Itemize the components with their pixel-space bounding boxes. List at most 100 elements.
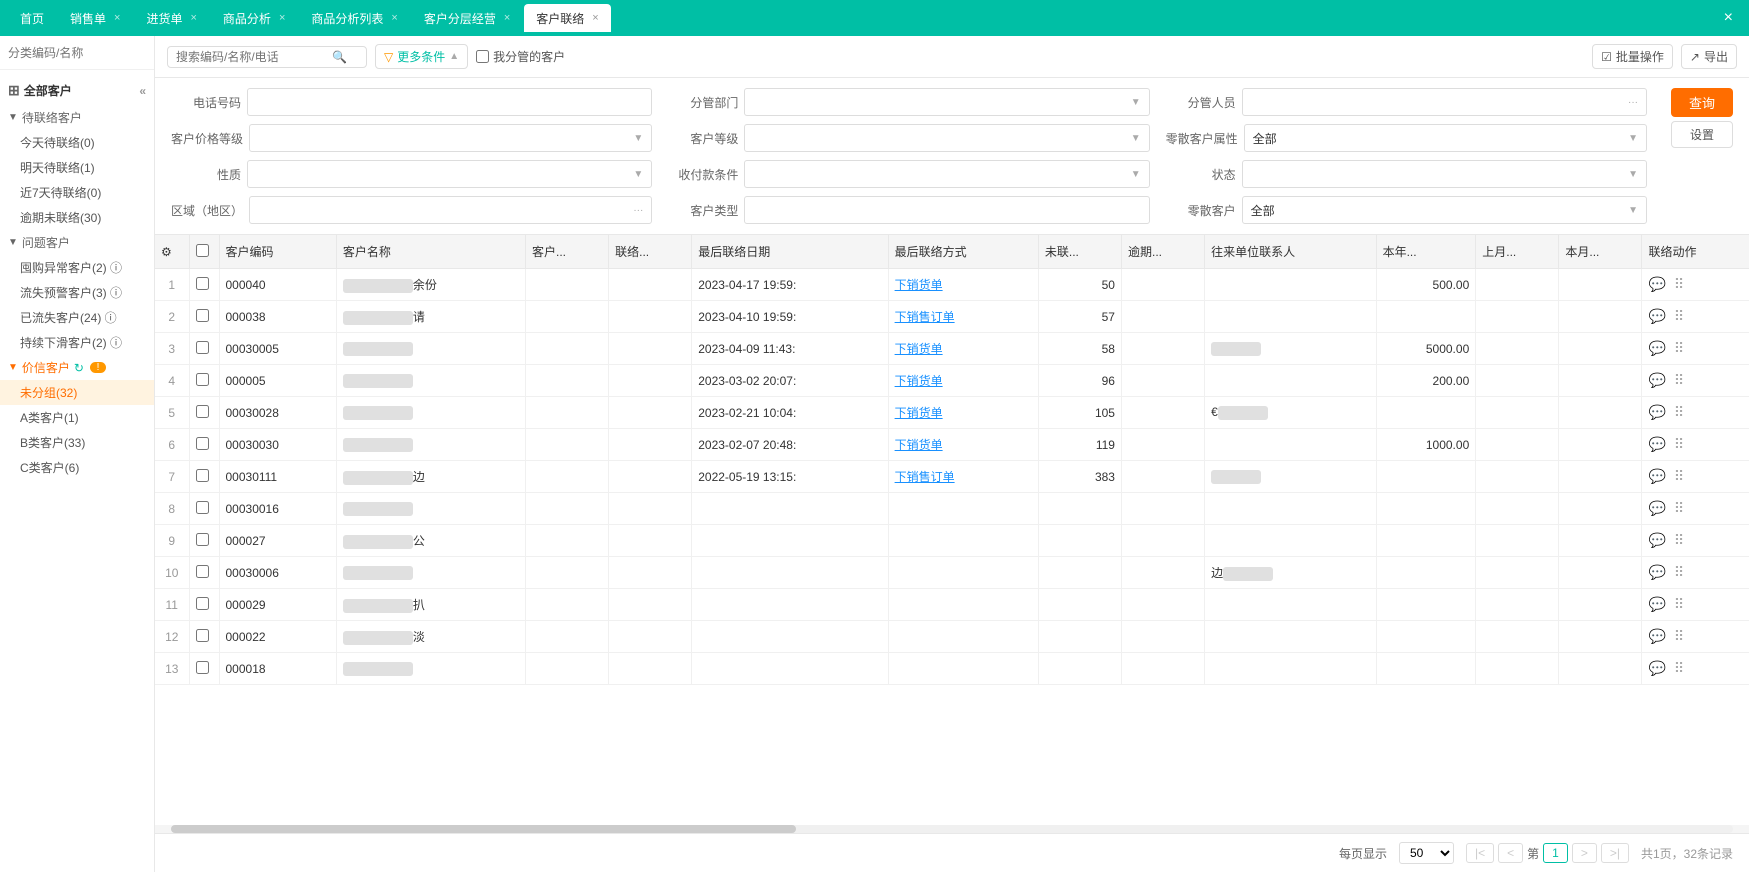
- sidebar-item-all-customers[interactable]: ⊞ 全部客户 «: [0, 76, 154, 105]
- bulk-operation-button[interactable]: ☑ 批量操作: [1592, 44, 1673, 69]
- close-analysis-tab[interactable]: ×: [279, 12, 285, 24]
- row-checkbox[interactable]: [196, 661, 209, 674]
- more-actions-icon[interactable]: ⠿: [1674, 340, 1684, 357]
- more-actions-icon[interactable]: ⠿: [1674, 628, 1684, 645]
- price-level-select[interactable]: ▼: [249, 124, 652, 152]
- more-actions-icon[interactable]: ⠿: [1674, 660, 1684, 677]
- last-method-link[interactable]: 下销售订单: [895, 310, 955, 324]
- sidebar-item-tomorrow-pending[interactable]: 明天待联络(1): [0, 155, 154, 180]
- tab-analysis[interactable]: 商品分析 ×: [211, 4, 297, 32]
- window-close-button[interactable]: ×: [1716, 9, 1741, 27]
- sidebar-section-problem[interactable]: ▼ 问题客户: [0, 230, 154, 255]
- toolbar-search-icon[interactable]: 🔍: [332, 50, 347, 64]
- sidebar-item-b-class[interactable]: B类客户(33): [0, 430, 154, 455]
- message-icon[interactable]: 💬: [1648, 468, 1665, 485]
- message-icon[interactable]: 💬: [1648, 596, 1665, 613]
- status-select[interactable]: ▼: [1242, 160, 1647, 188]
- settings-icon[interactable]: ⚙: [161, 245, 172, 259]
- page-size-select[interactable]: 50 100 200: [1399, 842, 1454, 864]
- row-checkbox[interactable]: [196, 341, 209, 354]
- more-actions-icon[interactable]: ⠿: [1674, 532, 1684, 549]
- last-method-link[interactable]: 下销货单: [895, 278, 943, 292]
- dept-select[interactable]: ▼: [744, 88, 1149, 116]
- last-page-button[interactable]: >|: [1601, 843, 1629, 863]
- sidebar-item-ungroup[interactable]: 未分组(32): [0, 380, 154, 405]
- tab-customer-segment[interactable]: 客户分层经营 ×: [412, 4, 522, 32]
- close-segment-tab[interactable]: ×: [504, 12, 510, 24]
- toolbar-search-input[interactable]: [176, 50, 326, 64]
- close-purchase-tab[interactable]: ×: [190, 12, 196, 24]
- sidebar-item-week-pending[interactable]: 近7天待联络(0): [0, 180, 154, 205]
- nature-select[interactable]: ▼: [247, 160, 652, 188]
- tab-home[interactable]: 首页: [8, 4, 56, 32]
- row-checkbox[interactable]: [196, 629, 209, 642]
- last-method-link[interactable]: 下销售订单: [895, 470, 955, 484]
- more-actions-icon[interactable]: ⠿: [1674, 468, 1684, 485]
- prev-page-button[interactable]: <: [1498, 843, 1523, 863]
- row-checkbox[interactable]: [196, 405, 209, 418]
- select-all-checkbox[interactable]: [196, 244, 209, 257]
- sidebar-item-today-pending[interactable]: 今天待联络(0): [0, 130, 154, 155]
- payment-select[interactable]: ▼: [744, 160, 1149, 188]
- region-select[interactable]: ···: [249, 196, 652, 224]
- last-method-link[interactable]: 下销货单: [895, 374, 943, 388]
- reset-button[interactable]: 设置: [1671, 121, 1733, 148]
- last-method-link[interactable]: 下销货单: [895, 438, 943, 452]
- phone-input[interactable]: [247, 88, 652, 116]
- horizontal-scrollbar[interactable]: [171, 825, 1733, 833]
- tab-analysis-list[interactable]: 商品分析列表 ×: [299, 4, 409, 32]
- message-icon[interactable]: 💬: [1648, 340, 1665, 357]
- last-method-link[interactable]: 下销货单: [895, 406, 943, 420]
- sidebar-item-churn-warning[interactable]: 流失预警客户(3) ⓘ: [0, 280, 154, 305]
- message-icon[interactable]: 💬: [1648, 660, 1665, 677]
- row-checkbox[interactable]: [196, 277, 209, 290]
- retail-attr-select[interactable]: 全部 ▼: [1244, 124, 1647, 152]
- message-icon[interactable]: 💬: [1648, 308, 1665, 325]
- more-actions-icon[interactable]: ⠿: [1674, 436, 1684, 453]
- row-checkbox[interactable]: [196, 597, 209, 610]
- manager-select[interactable]: ···: [1242, 88, 1647, 116]
- more-conditions-button[interactable]: ▽ 更多条件 ▲: [375, 44, 468, 69]
- row-checkbox[interactable]: [196, 373, 209, 386]
- more-actions-icon[interactable]: ⠿: [1674, 596, 1684, 613]
- customer-level-select[interactable]: ▼: [744, 124, 1149, 152]
- scrollbar-thumb[interactable]: [171, 825, 796, 833]
- sidebar-section-price[interactable]: ▼ 价信客户 ↻ !: [0, 355, 154, 380]
- query-button[interactable]: 查询: [1671, 88, 1733, 117]
- last-method-link[interactable]: 下销货单: [895, 342, 943, 356]
- more-actions-icon[interactable]: ⠿: [1674, 564, 1684, 581]
- export-button[interactable]: ↗ 导出: [1681, 44, 1737, 69]
- message-icon[interactable]: 💬: [1648, 372, 1665, 389]
- row-checkbox[interactable]: [196, 469, 209, 482]
- message-icon[interactable]: 💬: [1648, 628, 1665, 645]
- close-analysis-list-tab[interactable]: ×: [391, 12, 397, 24]
- refresh-icon[interactable]: ↻: [74, 361, 84, 375]
- more-actions-icon[interactable]: ⠿: [1674, 308, 1684, 325]
- sidebar-item-hoarding[interactable]: 囤购异常客户(2) ⓘ: [0, 255, 154, 280]
- sidebar-item-lost[interactable]: 已流失客户(24) ⓘ: [0, 305, 154, 330]
- tab-sales[interactable]: 销售单 ×: [58, 4, 132, 32]
- tab-purchase[interactable]: 进货单 ×: [134, 4, 208, 32]
- message-icon[interactable]: 💬: [1648, 436, 1665, 453]
- row-checkbox[interactable]: [196, 437, 209, 450]
- message-icon[interactable]: 💬: [1648, 532, 1665, 549]
- first-page-button[interactable]: |<: [1466, 843, 1494, 863]
- row-checkbox[interactable]: [196, 533, 209, 546]
- more-actions-icon[interactable]: ⠿: [1674, 404, 1684, 421]
- more-actions-icon[interactable]: ⠿: [1674, 372, 1684, 389]
- collapse-icon[interactable]: «: [139, 84, 146, 98]
- customer-type-select[interactable]: [744, 196, 1149, 224]
- row-checkbox[interactable]: [196, 501, 209, 514]
- my-customers-checkbox[interactable]: [476, 50, 489, 63]
- tab-customer-contact[interactable]: 客户联络 ×: [524, 4, 610, 32]
- sidebar-item-overdue[interactable]: 逾期未联络(30): [0, 205, 154, 230]
- sidebar-search-input[interactable]: [8, 46, 155, 60]
- sidebar-item-c-class[interactable]: C类客户(6): [0, 455, 154, 480]
- next-page-button[interactable]: >: [1572, 843, 1597, 863]
- my-customers-checkbox-label[interactable]: 我分管的客户: [476, 48, 565, 65]
- sidebar-item-declining[interactable]: 持续下滑客户(2) ⓘ: [0, 330, 154, 355]
- message-icon[interactable]: 💬: [1648, 564, 1665, 581]
- sidebar-section-pending[interactable]: ▼ 待联络客户: [0, 105, 154, 130]
- row-checkbox[interactable]: [196, 565, 209, 578]
- message-icon[interactable]: 💬: [1648, 500, 1665, 517]
